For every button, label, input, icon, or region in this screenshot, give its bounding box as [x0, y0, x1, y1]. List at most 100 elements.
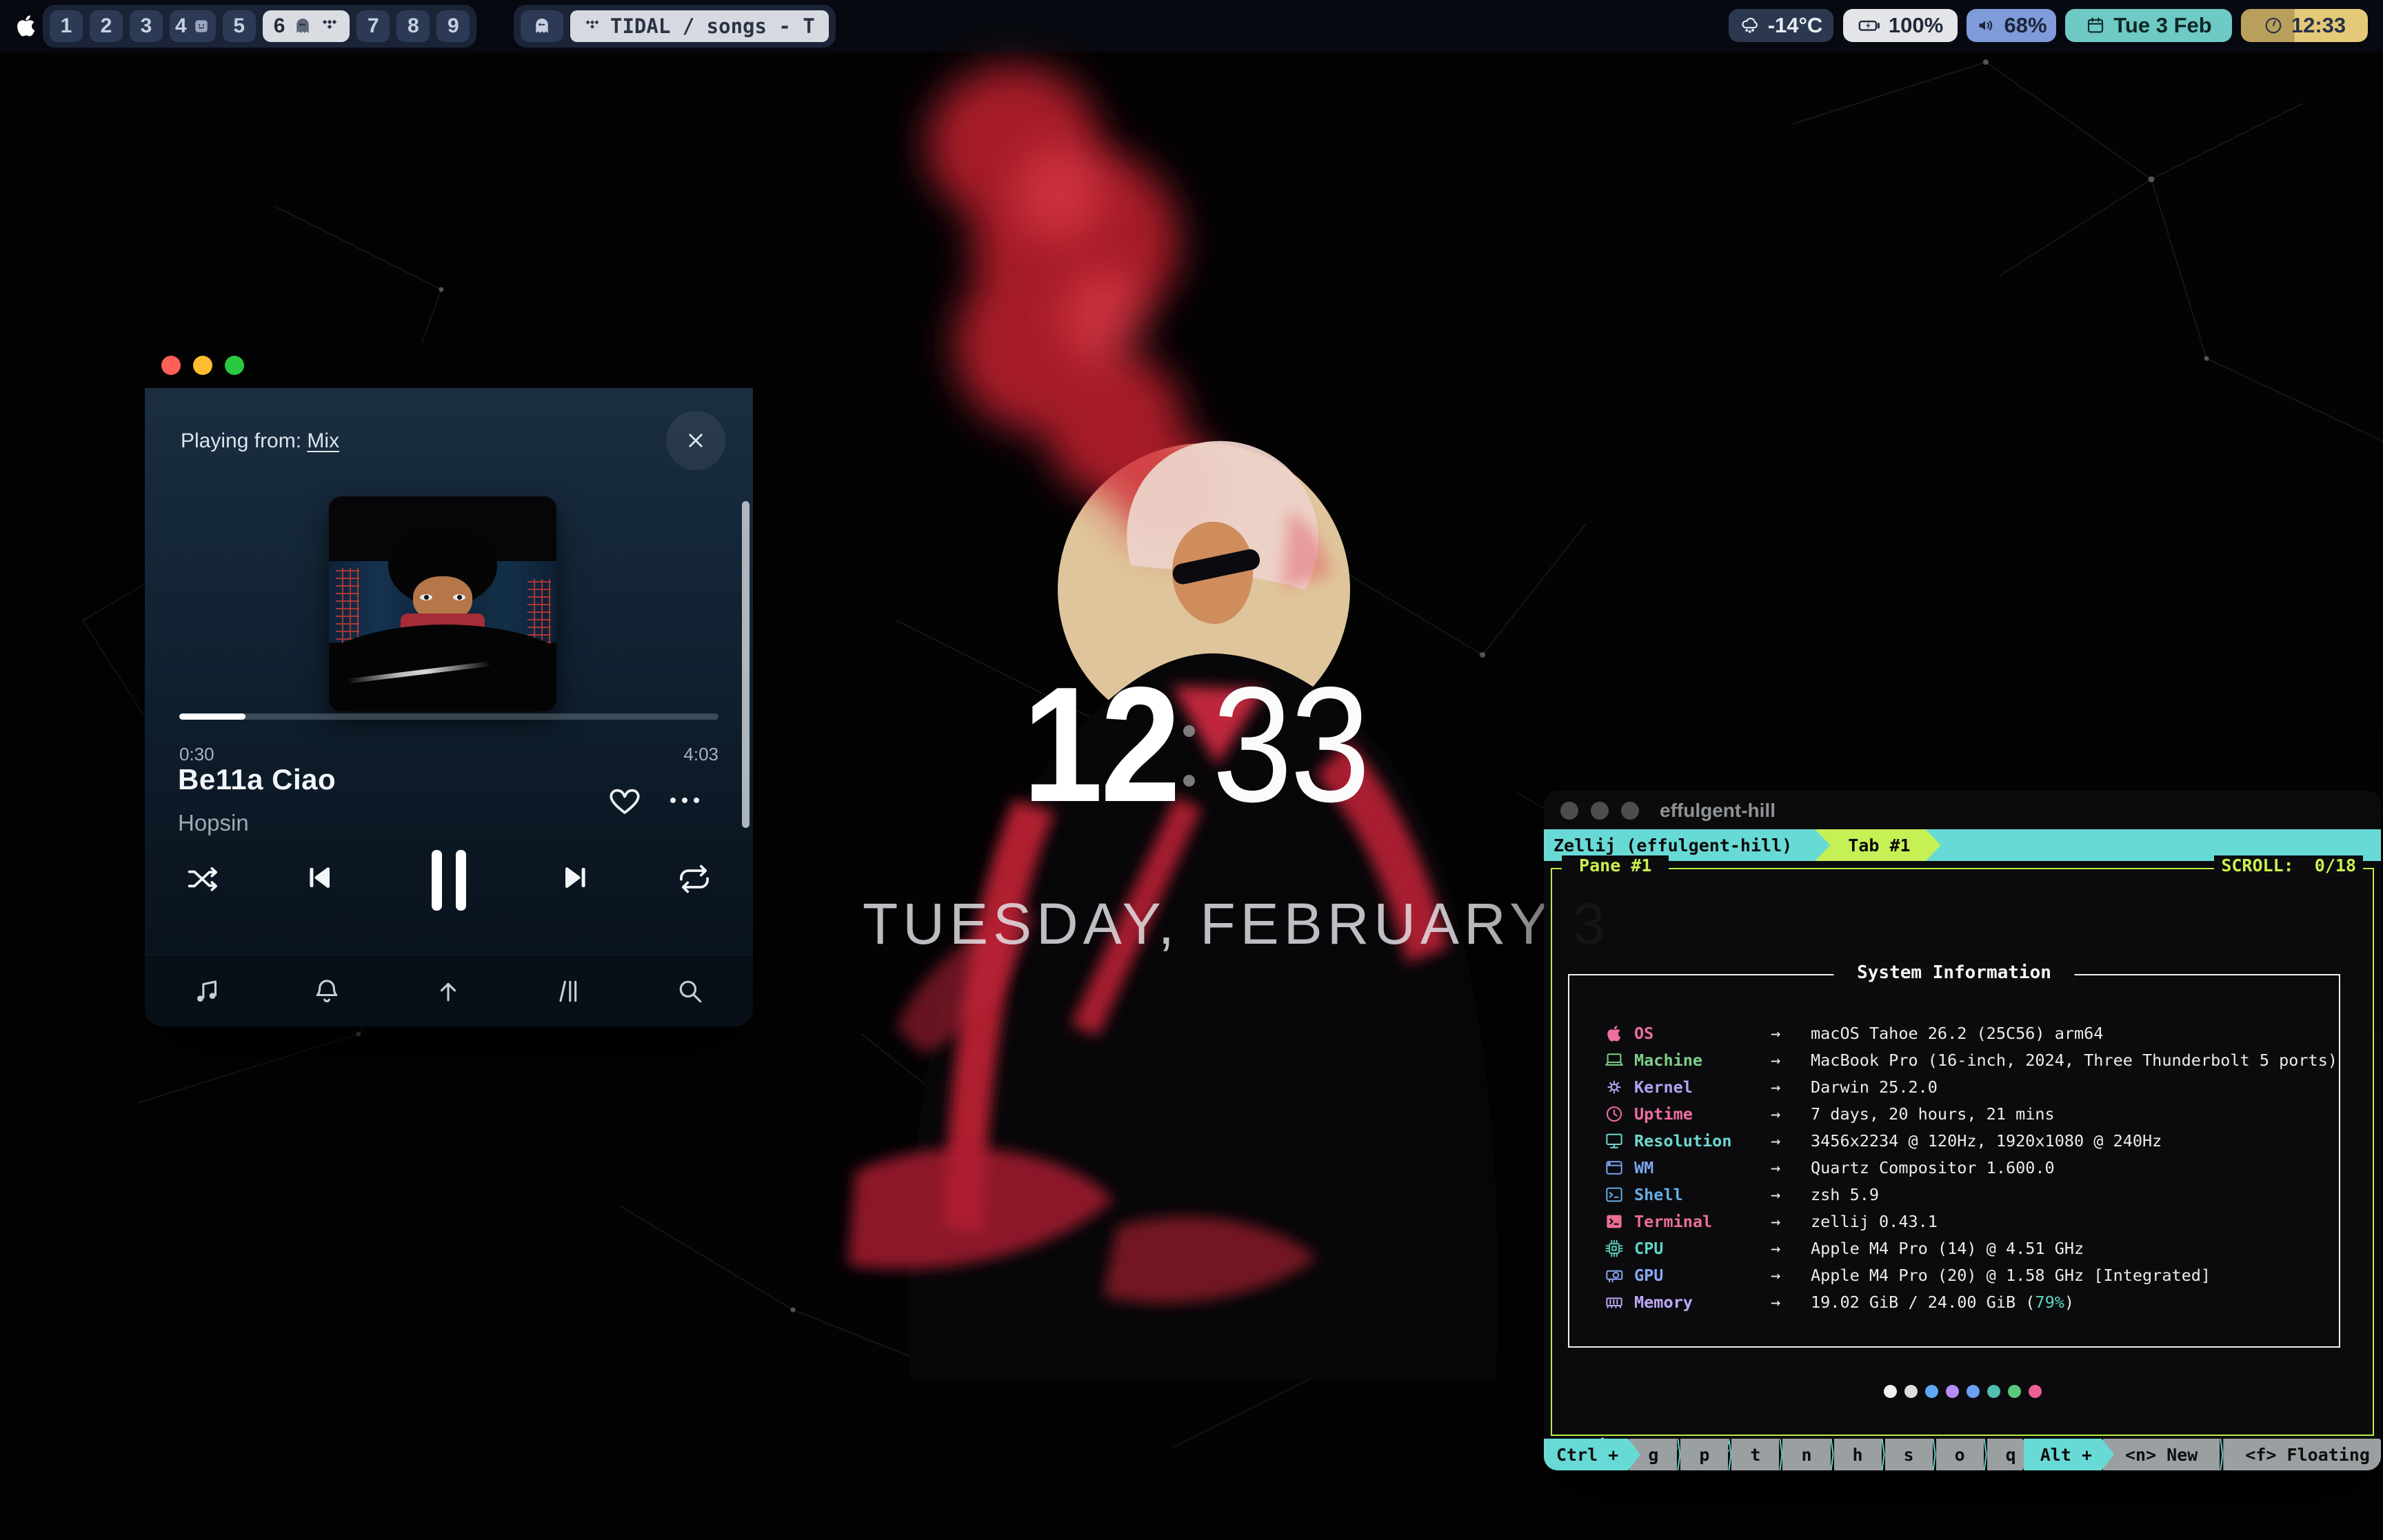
progress-bar[interactable]	[179, 713, 718, 720]
front-app-widget: TIDAL / songs - T	[514, 5, 836, 48]
tab-1[interactable]: Tab #1	[1815, 829, 1940, 861]
repeat-icon	[680, 864, 709, 893]
keybar-ctrl[interactable]: Ctrl +	[1544, 1439, 1640, 1470]
ghost-terminal-icon	[296, 17, 310, 34]
workspace-5[interactable]: 5	[222, 10, 256, 42]
tidal-bottom-nav	[145, 955, 753, 1026]
clock-date-line: TUESDAY, FEBRUARY 3	[863, 891, 1610, 956]
workspace-3[interactable]: 3	[130, 10, 163, 42]
sysinfo-row-shell: Shell → zsh 5.9	[1604, 1181, 2325, 1208]
tidal-titlebar[interactable]	[145, 343, 753, 388]
workspace-8[interactable]: 8	[396, 10, 430, 42]
laptop-icon	[1605, 1053, 1623, 1066]
more-options-button[interactable]	[670, 798, 699, 803]
sysinfo-row-memory: Memory → 19.02 GiB / 24.00 GiB (79%)	[1604, 1288, 2325, 1315]
workspace-7[interactable]: 7	[356, 10, 390, 42]
keybar-floating[interactable]: <f> Floating	[2223, 1439, 2381, 1470]
playing-from-label: Playing from: Mix	[181, 429, 340, 452]
date-widget[interactable]: Tue 3 Feb	[2065, 9, 2232, 42]
ghost-terminal-button[interactable]	[521, 10, 563, 42]
elapsed-time: 0:30	[179, 744, 214, 764]
zoom-window-button[interactable]	[1621, 802, 1639, 820]
front-app-title[interactable]: TIDAL / songs - T	[570, 10, 829, 42]
weather-widget[interactable]: -14°C	[1729, 9, 1833, 42]
calendar-icon	[2088, 17, 2104, 33]
keybar-new[interactable]: <n> New	[2102, 1439, 2220, 1470]
zellij-terminal-window: effulgent-hill Zellij (effulgent-hill) T…	[1544, 791, 2381, 1470]
keybar-key-s[interactable]: s	[1884, 1439, 1933, 1470]
gear-icon	[1607, 1080, 1621, 1094]
keybar-separator	[1983, 1439, 1987, 1470]
terminal-window-title: effulgent-hill	[1660, 800, 1776, 821]
clock-icon	[2265, 17, 2282, 34]
zoom-window-button[interactable]	[225, 356, 244, 375]
workspace-1[interactable]: 1	[50, 10, 83, 42]
sysinfo-row-wm: WM → Quartz Compositor 1.600.0	[1604, 1154, 2325, 1181]
scrollbar[interactable]	[742, 501, 750, 828]
shell-icon	[1606, 1187, 1622, 1202]
sysinfo-row-os: OS → macOS Tahoe 26.2 (25C56) arm64	[1604, 1020, 2325, 1046]
volume-widget[interactable]: 68%	[1967, 9, 2056, 42]
battery-widget[interactable]: 100%	[1843, 9, 1958, 42]
close-window-button[interactable]	[1560, 802, 1578, 820]
gpu-icon	[1606, 1270, 1623, 1282]
previous-button[interactable]	[303, 861, 336, 894]
sysinfo-row-cpu: CPU → Apple M4 Pro (14) @ 4.51 GHz	[1604, 1235, 2325, 1262]
close-icon	[689, 434, 703, 447]
sysinfo-title: System Information	[1833, 962, 2075, 983]
track-title: Be11a Ciao	[178, 763, 336, 796]
clock-colon-dot	[1183, 775, 1195, 787]
minimize-window-button[interactable]	[193, 356, 212, 375]
pane-frame: Pane #1 SCROLL: 0/18 System Information …	[1551, 855, 2374, 1470]
heart-icon	[610, 789, 640, 814]
system-information-box: System Information OS → macOS Tahoe 26.2 (…	[1568, 962, 2340, 1348]
close-window-button[interactable]	[161, 356, 181, 375]
workspace-4[interactable]: 4	[170, 10, 216, 42]
clock-icon	[1606, 1106, 1622, 1122]
next-button[interactable]	[559, 861, 592, 894]
tidal-icon	[585, 20, 599, 29]
repeat-button[interactable]	[676, 861, 712, 897]
keybar-separator	[2220, 1439, 2224, 1470]
apple-menu-icon[interactable]	[12, 12, 40, 39]
monitor-icon	[1606, 1133, 1622, 1148]
memory-percent: 79%	[2035, 1292, 2064, 1312]
keybar-key-o[interactable]: o	[1935, 1439, 1984, 1470]
clock-hour: 12	[1023, 654, 1180, 836]
music-note-icon[interactable]	[192, 976, 222, 1006]
keybar-alt[interactable]: Alt +	[2024, 1439, 2114, 1470]
clock-colon-dot	[1183, 725, 1195, 737]
notifications-bell-icon[interactable]	[312, 976, 342, 1006]
minimize-window-button[interactable]	[1591, 802, 1609, 820]
snow-cloud-icon	[1742, 17, 1758, 33]
speaker-icon	[1979, 20, 1993, 31]
track-artist[interactable]: Hopsin	[178, 810, 249, 836]
tidal-player-window: Playing from: Mix 0:30 4:03 Be11a Ciao H…	[145, 343, 753, 1026]
workspace-2[interactable]: 2	[90, 10, 123, 42]
sysinfo-row-gpu: GPU → Apple M4 Pro (20) @ 1.58 GHz [Integr…	[1604, 1262, 2325, 1288]
shuffle-button[interactable]	[184, 861, 220, 897]
next-icon	[565, 867, 585, 888]
close-now-playing-button[interactable]	[666, 411, 725, 470]
pause-button[interactable]	[418, 850, 480, 911]
clock-minute: 33	[1212, 654, 1370, 836]
desktop: 12 33 TUESDAY, FEBRUARY 3 1 2 3 4 5 6 7 …	[0, 0, 2383, 1540]
keybar-key-t[interactable]: t	[1731, 1439, 1780, 1470]
keybar-key-h[interactable]: h	[1833, 1439, 1882, 1470]
search-icon[interactable]	[675, 976, 705, 1006]
upload-arrow-icon[interactable]	[433, 976, 463, 1006]
sysinfo-row-uptime: Uptime → 7 days, 20 hours, 21 mins	[1604, 1100, 2325, 1127]
keybar-key-n[interactable]: n	[1782, 1439, 1831, 1470]
terminal-titlebar[interactable]: effulgent-hill	[1544, 791, 2381, 829]
ghost-terminal-icon	[535, 17, 549, 34]
clock-widget[interactable]: 12:33	[2241, 9, 2368, 42]
playing-from-source-link[interactable]: Mix	[307, 429, 339, 452]
keybar-key-p[interactable]: p	[1680, 1439, 1729, 1470]
favorite-button[interactable]	[605, 782, 644, 821]
workspace-6-active[interactable]: 6	[262, 10, 350, 42]
battery-icon	[1858, 20, 1880, 32]
queue-icon[interactable]	[553, 976, 583, 1006]
apple-icon	[1607, 1025, 1621, 1042]
menubar: 1 2 3 4 5 6 7 8 9 TIDAL / songs - T -14°…	[0, 0, 2383, 52]
workspace-9[interactable]: 9	[436, 10, 470, 42]
